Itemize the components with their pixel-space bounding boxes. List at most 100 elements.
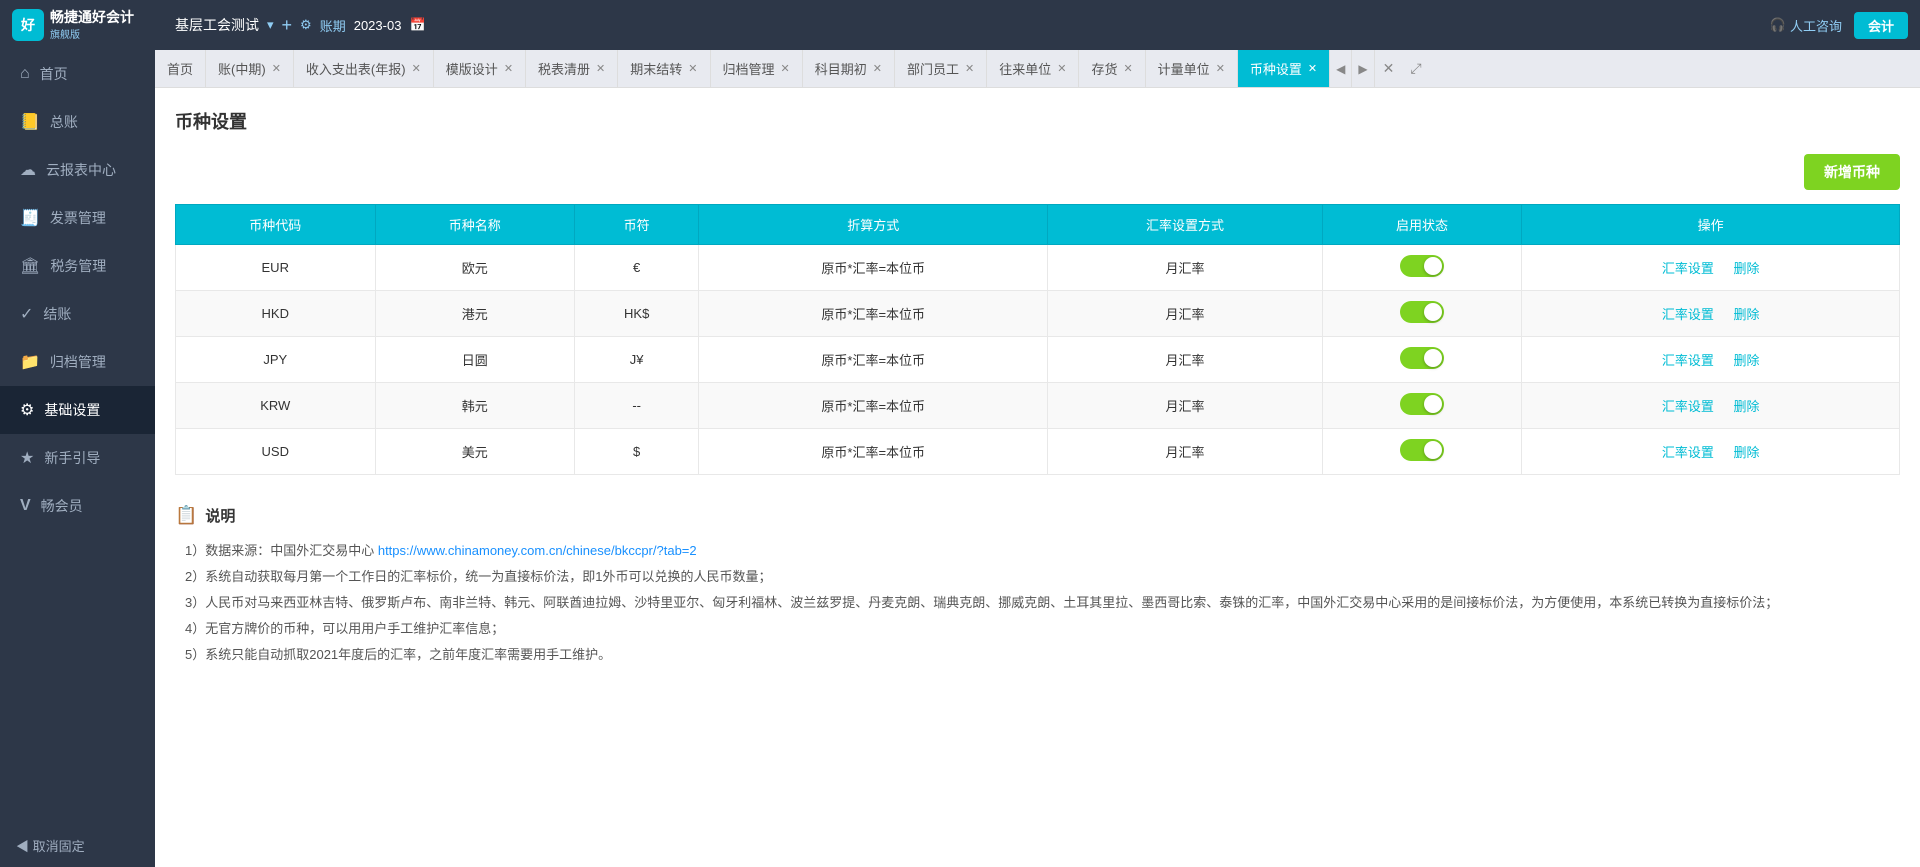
- cancel-fixed-button[interactable]: ◀ 取消固定: [16, 836, 139, 855]
- new-currency-button[interactable]: 新增币种: [1804, 154, 1900, 190]
- cell-conversion: 原币*汇率=本位币: [699, 291, 1048, 337]
- tab-close-icon[interactable]: ✕: [412, 62, 421, 75]
- tab-close-icon[interactable]: ✕: [873, 62, 882, 75]
- workspace-settings-icon[interactable]: ⚙: [300, 17, 312, 33]
- sidebar-item-archive[interactable]: 📁 归档管理: [0, 338, 155, 386]
- cell-name: 欧元: [375, 245, 575, 291]
- cell-status: [1322, 245, 1522, 291]
- cell-conversion: 原币*汇率=本位币: [699, 429, 1048, 475]
- sidebar-item-member[interactable]: V 畅会员: [0, 482, 155, 530]
- tax-icon: 🏛: [20, 256, 40, 276]
- toggle-switch[interactable]: [1400, 301, 1444, 323]
- tab-close-icon[interactable]: ✕: [272, 62, 281, 75]
- tab-period-transfer[interactable]: 期末结转 ✕: [618, 50, 710, 87]
- delete-link[interactable]: 删除: [1733, 353, 1759, 368]
- cell-conversion: 原币*汇率=本位币: [699, 337, 1048, 383]
- delete-link[interactable]: 删除: [1733, 307, 1759, 322]
- tab-maximize-button[interactable]: ⤢: [1402, 50, 1429, 87]
- tab-partners[interactable]: 往来单位 ✕: [987, 50, 1079, 87]
- tab-close-icon[interactable]: ✕: [781, 62, 790, 75]
- cell-symbol: $: [575, 429, 699, 475]
- tab-template[interactable]: 模版设计 ✕: [434, 50, 526, 87]
- tab-archive-mgmt[interactable]: 归档管理 ✕: [711, 50, 803, 87]
- workspace-name: 基层工会测试: [175, 15, 259, 35]
- top-header: 好 畅捷通好会计 旗舰版 基层工会测试 ▾ + ⚙ 账期 2023-03 📅 🎧…: [0, 0, 1920, 50]
- notice-item-5: 5）系统只能自动抓取2021年度后的汇率，之前年度汇率需要用手工维护。: [185, 642, 1900, 668]
- help-button[interactable]: 🎧 人工咨询: [1770, 16, 1842, 35]
- rate-setting-link[interactable]: 汇率设置: [1662, 399, 1714, 414]
- cell-action: 汇率设置 删除: [1522, 245, 1900, 291]
- notice-icon: 📋: [175, 505, 197, 526]
- delete-link[interactable]: 删除: [1733, 445, 1759, 460]
- toggle-switch[interactable]: [1400, 439, 1444, 461]
- sidebar-item-reports[interactable]: ☁ 云报表中心: [0, 146, 155, 194]
- currency-table: 币种代码 币种名称 币符 折算方式 汇率设置方式 启用状态 操作 EUR 欧元 …: [175, 204, 1900, 475]
- cell-code: KRW: [176, 383, 376, 429]
- sidebar-item-ledger[interactable]: 📒 总账: [0, 98, 155, 146]
- tab-inventory[interactable]: 存货 ✕: [1079, 50, 1145, 87]
- tab-currency[interactable]: 币种设置 ✕: [1238, 50, 1330, 87]
- table-row: KRW 韩元 -- 原币*汇率=本位币 月汇率 汇率设置 删除: [176, 383, 1900, 429]
- cell-status: [1322, 429, 1522, 475]
- delete-link[interactable]: 删除: [1733, 261, 1759, 276]
- cell-rate-type: 月汇率: [1048, 337, 1323, 383]
- action-bar: 新增币种: [175, 154, 1900, 190]
- col-rate-type: 汇率设置方式: [1048, 205, 1323, 245]
- tab-close-icon[interactable]: ✕: [596, 62, 605, 75]
- cell-symbol: J¥: [575, 337, 699, 383]
- delete-link[interactable]: 删除: [1733, 399, 1759, 414]
- cell-status: [1322, 337, 1522, 383]
- logo-area: 好 畅捷通好会计 旗舰版: [12, 9, 167, 41]
- notice-link[interactable]: https://www.chinamoney.com.cn/chinese/bk…: [378, 543, 697, 558]
- rate-setting-link[interactable]: 汇率设置: [1662, 353, 1714, 368]
- col-name: 币种名称: [375, 205, 575, 245]
- toggle-switch[interactable]: [1400, 393, 1444, 415]
- tab-mid-period[interactable]: 账(中期) ✕: [206, 50, 294, 87]
- tab-close-icon[interactable]: ✕: [504, 62, 513, 75]
- tab-unit[interactable]: 计量单位 ✕: [1146, 50, 1238, 87]
- tab-close-icon[interactable]: ✕: [1308, 62, 1317, 75]
- cell-action: 汇率设置 删除: [1522, 429, 1900, 475]
- sidebar-item-basic[interactable]: ⚙ 基础设置: [0, 386, 155, 434]
- tab-close-all-button[interactable]: ✕: [1375, 50, 1403, 87]
- calendar-icon[interactable]: 📅: [409, 17, 425, 33]
- member-icon: V: [20, 497, 31, 515]
- sidebar-item-invoice[interactable]: 🧾 发票管理: [0, 194, 155, 242]
- tab-annual-report[interactable]: 收入支出表(年报) ✕: [294, 50, 434, 87]
- rate-setting-link[interactable]: 汇率设置: [1662, 261, 1714, 276]
- tab-home[interactable]: 首页: [155, 50, 206, 87]
- cell-rate-type: 月汇率: [1048, 245, 1323, 291]
- cell-action: 汇率设置 删除: [1522, 383, 1900, 429]
- cell-action: 汇率设置 删除: [1522, 291, 1900, 337]
- cell-name: 韩元: [375, 383, 575, 429]
- archive-icon: 📁: [20, 352, 40, 372]
- sidebar-item-guide[interactable]: ★ 新手引导: [0, 434, 155, 482]
- workspace-add-icon[interactable]: +: [282, 15, 293, 36]
- tab-close-icon[interactable]: ✕: [1057, 62, 1066, 75]
- toggle-switch[interactable]: [1400, 255, 1444, 277]
- tab-prev-button[interactable]: ◀: [1330, 50, 1352, 87]
- user-button[interactable]: 会计: [1854, 12, 1908, 39]
- toggle-switch[interactable]: [1400, 347, 1444, 369]
- toggle-track: [1400, 347, 1444, 369]
- tab-tax-list[interactable]: 税表清册 ✕: [526, 50, 618, 87]
- sidebar-item-settle[interactable]: ✓ 结账: [0, 290, 155, 338]
- sidebar-bottom: ◀ 取消固定: [0, 824, 155, 867]
- headset-icon: 🎧: [1770, 17, 1786, 33]
- tab-close-icon[interactable]: ✕: [1216, 62, 1225, 75]
- tab-next-button[interactable]: ▶: [1352, 50, 1374, 87]
- tab-close-icon[interactable]: ✕: [688, 62, 697, 75]
- sidebar-item-tax[interactable]: 🏛 税务管理: [0, 242, 155, 290]
- tab-close-icon[interactable]: ✕: [1123, 62, 1132, 75]
- sidebar-item-home[interactable]: ⌂ 首页: [0, 50, 155, 98]
- table-row: JPY 日圆 J¥ 原币*汇率=本位币 月汇率 汇率设置 删除: [176, 337, 1900, 383]
- notice-item-1: 1）数据来源：中国外汇交易中心 https://www.chinamoney.c…: [185, 538, 1900, 564]
- rate-setting-link[interactable]: 汇率设置: [1662, 307, 1714, 322]
- tab-subject-init[interactable]: 科目期初 ✕: [803, 50, 895, 87]
- tab-close-icon[interactable]: ✕: [965, 62, 974, 75]
- cell-action: 汇率设置 删除: [1522, 337, 1900, 383]
- workspace-dropdown-icon[interactable]: ▾: [267, 17, 274, 33]
- rate-setting-link[interactable]: 汇率设置: [1662, 445, 1714, 460]
- header-right: 🎧 人工咨询 会计: [1770, 12, 1908, 39]
- tab-dept-staff[interactable]: 部门员工 ✕: [895, 50, 987, 87]
